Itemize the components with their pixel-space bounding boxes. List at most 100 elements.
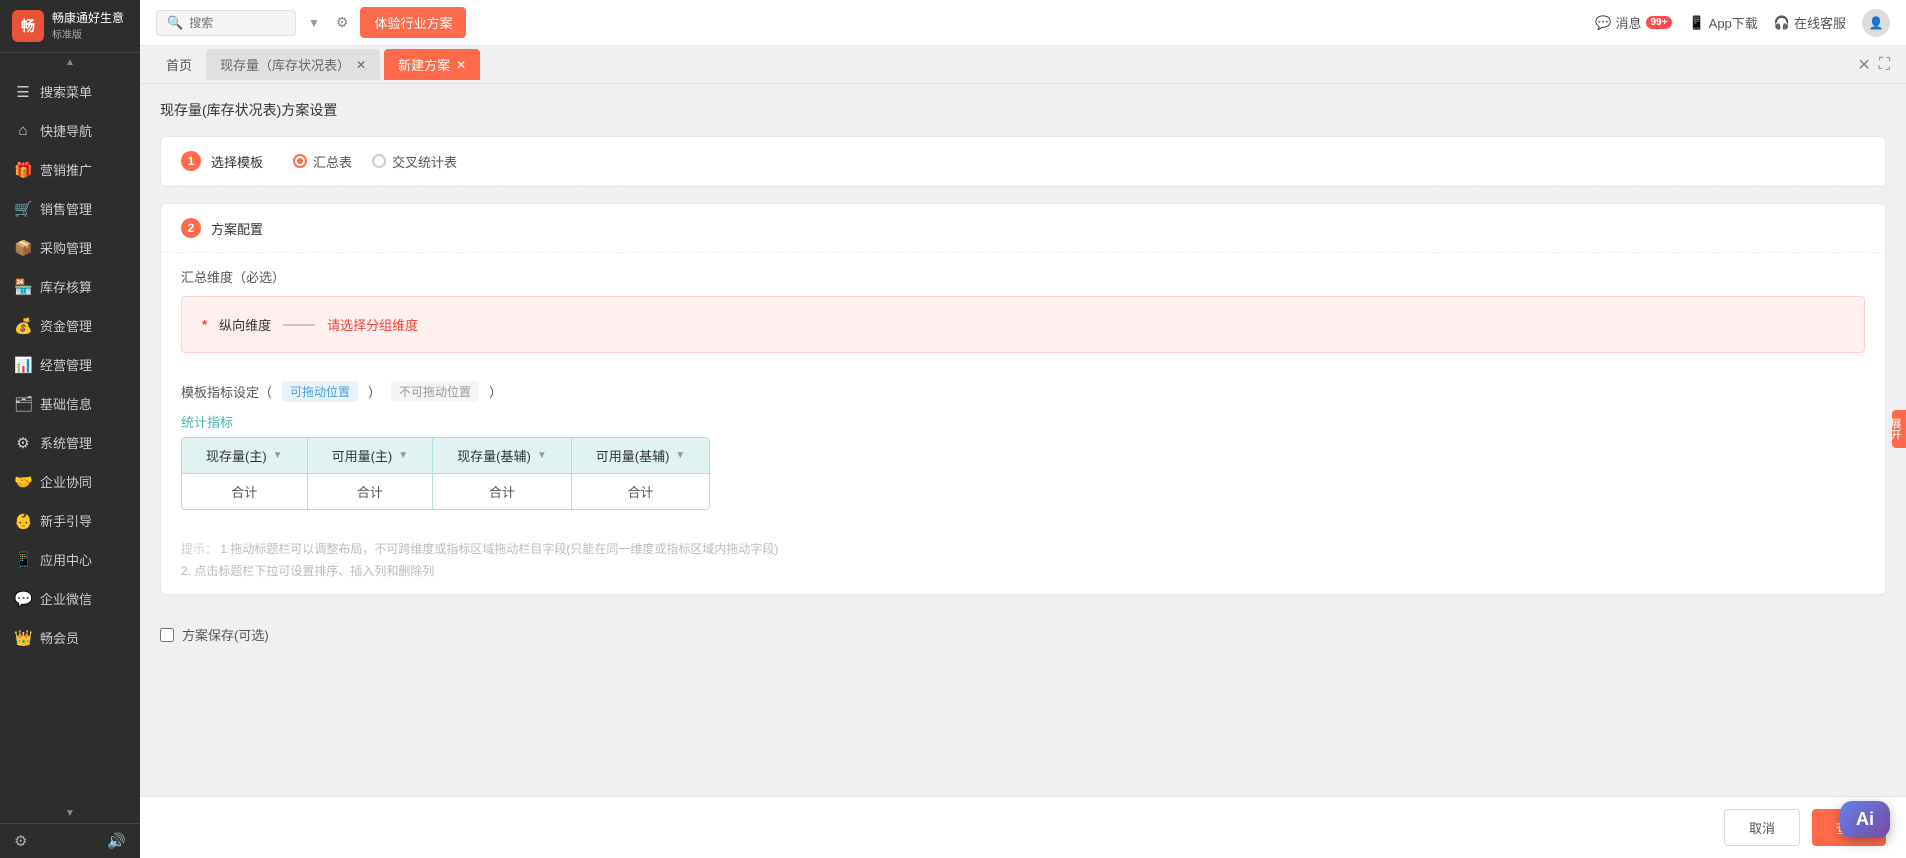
stats-thead: 现存量(主) ▼ 合计 可用量(主) ▼ 合计 [182, 438, 709, 509]
app-logo-icon: 畅 [12, 10, 44, 42]
message-icon: 💬 [1595, 15, 1611, 31]
app-download-button[interactable]: 📱 App下载 [1688, 13, 1757, 32]
step1-section: 1 选择模板 汇总表 交叉统计表 [160, 136, 1886, 187]
radio-cross-circle [372, 154, 386, 168]
stats-th-1[interactable]: 可用量(主) ▼ [308, 438, 433, 474]
tab-inventory-status[interactable]: 现存量（库存状况表） ✕ [206, 49, 380, 80]
cancel-button[interactable]: 取消 [1724, 809, 1800, 846]
stats-col-3: 可用量(基辅) ▼ 合计 [572, 438, 710, 509]
content-wrapper: 现存量(库存状况表)方案设置 1 选择模板 汇总表 交叉统计表 [140, 84, 1906, 858]
sidebar-item-search-menu[interactable]: ☰ 搜索菜单 [0, 72, 140, 111]
save-checkbox[interactable] [160, 628, 174, 642]
sidebar-item-system[interactable]: ⚙ 系统管理 [0, 423, 140, 462]
sidebar-scroll-up[interactable]: ▲ [0, 53, 140, 72]
stats-title: 统计指标 [181, 412, 1865, 431]
sidebar-item-cooperation[interactable]: 🤝 企业协同 [0, 462, 140, 501]
stats-th-0[interactable]: 现存量(主) ▼ [182, 438, 307, 474]
window-expand-icon[interactable]: ⛶ [1879, 56, 1890, 74]
tips-line1: 1.拖动标题栏可以调整布局，不可跨维度或指标区域拖动栏目字段(只能在同一维度或指… [220, 542, 778, 556]
radio-summary-circle [293, 154, 307, 168]
messages-button[interactable]: 💬 消息 99+ [1595, 13, 1672, 32]
settings-icon[interactable]: ⚙ [14, 832, 27, 850]
customer-service-button[interactable]: 🎧 在线客服 [1774, 13, 1846, 32]
sidebar-item-wechat[interactable]: 💬 企业微信 [0, 579, 140, 618]
ai-float-button[interactable]: Ai [1840, 801, 1890, 838]
step2-section: 2 方案配置 汇总维度（必选） * 纵向维度 —— 请选择分组维度 [160, 203, 1886, 595]
tab-new-plan-close-icon[interactable]: ✕ [456, 58, 466, 72]
radio-summary[interactable]: 汇总表 [293, 152, 352, 171]
tips-line2: 2. 点击标题栏下拉可设置排序、插入列和删除列 [181, 561, 1865, 583]
customer-service-icon: 🎧 [1774, 15, 1790, 31]
dropdown-arrow-icon[interactable]: ▼ [308, 16, 320, 30]
right-edge-button[interactable]: 展开 [1892, 410, 1906, 448]
quick-nav-icon: ⌂ [14, 122, 32, 139]
step2-header: 2 方案配置 [161, 204, 1885, 253]
sidebar-item-sales[interactable]: 🛒 销售管理 [0, 189, 140, 228]
stats-th-2[interactable]: 现存量(基辅) ▼ [433, 438, 571, 474]
dim-placeholder: 请选择分组维度 [327, 315, 418, 334]
window-close-icon[interactable]: ✕ [1857, 55, 1870, 75]
inventory-icon: 🏪 [14, 278, 32, 296]
sidebar-item-label: 企业微信 [40, 589, 92, 608]
step1-header: 1 选择模板 汇总表 交叉统计表 [161, 137, 1885, 186]
sidebar-item-inventory[interactable]: 🏪 库存核算 [0, 267, 140, 306]
sidebar-item-basic-info[interactable]: 🗂 基础信息 [0, 384, 140, 423]
sidebar-menu: ☰ 搜索菜单 ⌂ 快捷导航 🎁 营销推广 🛒 销售管理 📦 采购管理 🏪 库存核… [0, 72, 140, 804]
sidebar-item-marketing[interactable]: 🎁 营销推广 [0, 150, 140, 189]
radio-cross[interactable]: 交叉统计表 [372, 152, 457, 171]
sidebar-item-app-center[interactable]: 📱 应用中心 [0, 540, 140, 579]
sidebar-item-label: 库存核算 [40, 277, 92, 296]
page-title: 现存量(库存状况表)方案设置 [160, 100, 1886, 120]
volume-icon[interactable]: 🔊 [107, 832, 126, 850]
chevron-down-icon-1: ▼ [398, 450, 408, 461]
content-area: 现存量(库存状况表)方案设置 1 选择模板 汇总表 交叉统计表 [140, 84, 1906, 796]
stats-th-3[interactable]: 可用量(基辅) ▼ [572, 438, 710, 474]
sidebar-item-label: 销售管理 [40, 199, 92, 218]
step2-number: 2 [181, 218, 201, 238]
topbar-search-box[interactable]: 🔍 [156, 10, 296, 36]
stats-col-2: 现存量(基辅) ▼ 合计 [433, 438, 572, 509]
indicator-settings-label: 模板指标设定（ 可拖动位置 ） 不可拖动位置 ） [181, 381, 1865, 402]
stats-td-3: 合计 [572, 474, 710, 509]
sidebar-logo: 畅 畅康通好生意 标准版 [0, 0, 140, 53]
sidebar-item-label: 经营管理 [40, 355, 92, 374]
messages-label: 消息 [1615, 13, 1641, 32]
sidebar-item-purchase[interactable]: 📦 采购管理 [0, 228, 140, 267]
search-input[interactable] [189, 16, 269, 30]
customer-service-label: 在线客服 [1794, 13, 1846, 32]
sidebar-item-member[interactable]: 👑 畅会员 [0, 618, 140, 657]
sidebar-item-management[interactable]: 📊 经营管理 [0, 345, 140, 384]
draggable-tag: 可拖动位置 [282, 381, 358, 402]
topbar-gear-icon[interactable]: ⚙ [336, 14, 349, 31]
tab-home[interactable]: 首页 [156, 49, 202, 80]
user-avatar[interactable]: 👤 [1862, 9, 1890, 37]
step2-label: 方案配置 [211, 219, 263, 238]
radio-cross-label: 交叉统计表 [392, 152, 457, 171]
topbar: 🔍 ▼ ⚙ 体验行业方案 💬 消息 99+ 📱 App下载 🎧 在线客服 👤 [140, 0, 1906, 46]
tab-new-plan[interactable]: 新建方案 ✕ [384, 49, 480, 80]
sidebar-item-label: 采购管理 [40, 238, 92, 257]
cooperation-icon: 🤝 [14, 473, 32, 491]
sales-icon: 🛒 [14, 200, 32, 218]
trial-plan-button[interactable]: 体验行业方案 [360, 7, 466, 38]
sidebar-item-finance[interactable]: 💰 资金管理 [0, 306, 140, 345]
window-controls: ✕ ⛶ [1857, 55, 1890, 75]
stats-header-label-0: 现存量(主) [206, 446, 267, 465]
sidebar-item-label: 系统管理 [40, 433, 92, 452]
sidebar-item-quick-nav[interactable]: ⌂ 快捷导航 [0, 111, 140, 150]
search-icon: 🔍 [167, 15, 183, 31]
stats-col-0: 现存量(主) ▼ 合计 [182, 438, 308, 509]
sidebar-item-label: 营销推广 [40, 160, 92, 179]
sidebar-item-guide[interactable]: 👶 新手引导 [0, 501, 140, 540]
marketing-icon: 🎁 [14, 161, 32, 179]
dimension-picker[interactable]: * 纵向维度 —— 请选择分组维度 [181, 296, 1865, 353]
chevron-down-icon-3: ▼ [675, 450, 685, 461]
save-row: 方案保存(可选) [160, 611, 1886, 658]
tab-new-plan-label: 新建方案 [398, 55, 450, 74]
sidebar-bottom: ⚙ 🔊 [0, 823, 140, 858]
sidebar: 畅 畅康通好生意 标准版 ▲ ☰ 搜索菜单 ⌂ 快捷导航 🎁 营销推广 🛒 销售… [0, 0, 140, 858]
sidebar-item-label: 搜索菜单 [40, 82, 92, 101]
tab-inventory-close-icon[interactable]: ✕ [356, 58, 366, 72]
sidebar-scroll-down[interactable]: ▼ [0, 804, 140, 823]
sidebar-item-label: 基础信息 [40, 394, 92, 413]
